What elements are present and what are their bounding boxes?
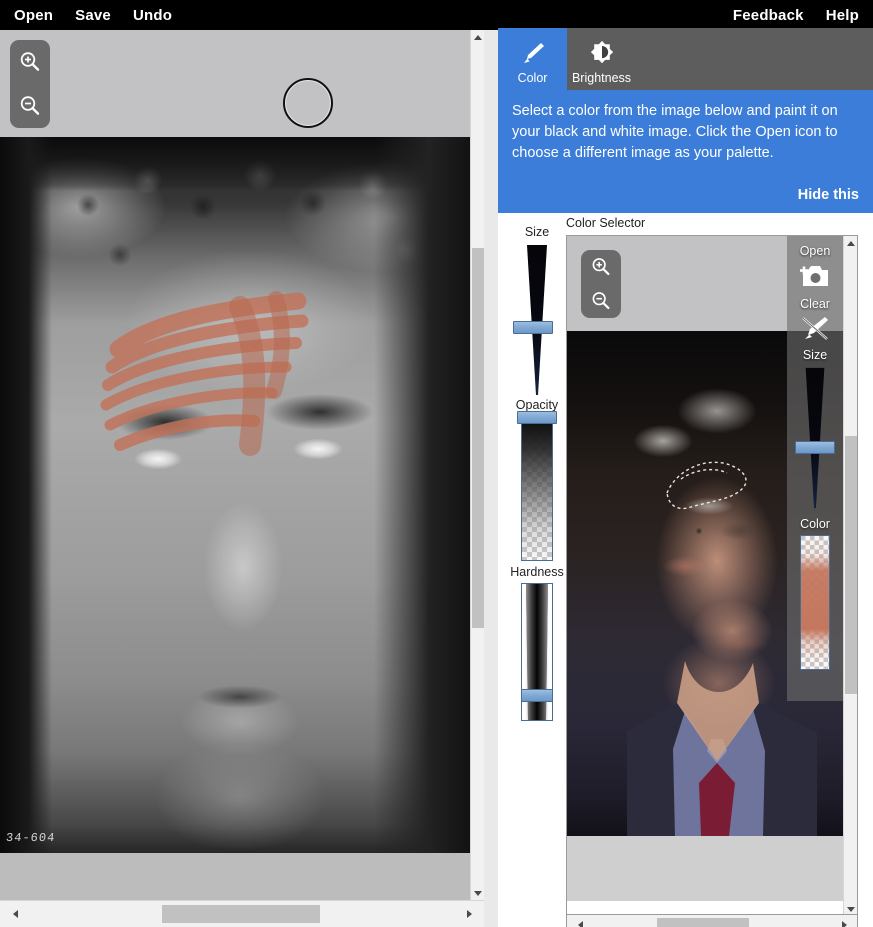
tools-panel: Color Brightness Select a color from the… [498,28,873,927]
tab-color[interactable]: Color [498,28,567,90]
canvas-scroll-right-button[interactable] [458,901,480,927]
triangle-right-icon [466,910,472,918]
overlay-open-button[interactable] [798,261,832,291]
canvas-top-margin [0,30,484,137]
selector-zoom-out-button[interactable] [586,286,616,316]
tab-bar: Color Brightness [498,28,873,90]
opacity-slider-track[interactable] [517,411,557,561]
canvas-vertical-scroll-thumb[interactable] [472,248,484,628]
tools-area: Size Opacity Hardness Color Selector Ope… [498,213,873,927]
size-slider-label: Size [524,225,550,239]
brush-cursor-circle [283,78,333,128]
canvas-panel: 34-604 [0,30,498,927]
hide-banner-link[interactable]: Hide this [798,187,859,203]
canvas-scroll-up-button[interactable] [471,30,484,44]
brush-sliders: Size Opacity Hardness [506,213,568,927]
menu-right-group: Feedback Help [733,0,859,30]
selector-vertical-scroll-thumb[interactable] [845,436,857,694]
canvas-scroll-left-button[interactable] [4,901,26,927]
canvas-scroll-down-button[interactable] [471,886,484,900]
canvas-zoom-out-button[interactable] [15,91,45,121]
overlay-open-label: Open [799,244,831,258]
top-menu-bar: Open Save Undo Feedback Help [0,0,873,30]
hardness-slider-handle[interactable] [522,689,552,702]
canvas-horizontal-scrollbar[interactable] [0,900,484,927]
help-text: Select a color from the image below and … [512,103,838,161]
overlay-size-label: Size [802,348,828,362]
magnifier-plus-icon [20,52,40,71]
canvas-bottom-margin [0,853,484,900]
palette-tool-overlay: Open Clear Size Color [787,236,843,701]
menu-left-group: Open Save Undo [14,0,172,30]
opacity-slider-label: Opacity [515,398,559,412]
photo-backdrop-left [0,137,52,853]
selector-horizontal-scroll-thumb[interactable] [657,918,749,927]
overlay-color-swatch[interactable] [800,535,830,670]
magnifier-plus-icon [592,258,610,276]
menu-save[interactable]: Save [75,7,111,24]
triangle-left-icon [12,910,18,918]
overlay-clear-button[interactable] [799,314,831,342]
triangle-left-icon [577,921,583,927]
magnifier-minus-icon [20,96,40,115]
hardness-slider[interactable]: Hardness [506,565,568,721]
eraser-icon [802,317,828,340]
menu-feedback[interactable]: Feedback [733,7,804,24]
size-slider[interactable]: Size [506,225,568,398]
size-slider-track[interactable] [513,243,555,398]
menu-open[interactable]: Open [14,7,53,24]
paintbrush-icon [519,38,547,68]
menu-help[interactable]: Help [826,7,859,24]
opacity-slider-handle[interactable] [517,411,557,424]
help-banner: Select a color from the image below and … [498,90,873,213]
color-selector-box[interactable]: Open Clear Size Color [566,235,858,915]
color-selector-title: Color Selector [566,216,646,230]
selector-zoom-controls [581,250,621,318]
overlay-size-cone [805,367,825,509]
selector-vertical-scrollbar[interactable] [843,236,857,914]
tab-color-label: Color [517,71,548,85]
triangle-up-icon [847,240,855,246]
selector-scroll-left-button[interactable] [570,915,590,927]
photo-negative-number: 34-604 [5,831,56,845]
size-slider-handle[interactable] [513,321,553,334]
hardness-slider-track[interactable] [521,583,553,721]
canvas-horizontal-scroll-thumb[interactable] [162,905,320,923]
overlay-clear-label: Clear [800,297,830,311]
selector-scroll-down-button[interactable] [844,902,857,914]
brightness-icon [588,38,616,68]
triangle-right-icon [841,921,847,927]
camera-plus-icon [800,266,828,286]
selector-bottom-margin [567,836,844,901]
tab-brightness[interactable]: Brightness [567,28,636,90]
magnifier-minus-icon [592,292,610,310]
overlay-size-handle[interactable] [795,441,835,454]
opacity-slider[interactable]: Opacity [506,398,568,561]
menu-undo[interactable]: Undo [133,7,172,24]
hardness-slider-label: Hardness [510,565,564,579]
photo-container[interactable]: 34-604 [0,137,484,853]
application-window: Open Save Undo Feedback Help 34-604 Colo… [0,0,873,927]
tab-bar-filler [636,28,873,90]
overlay-size-slider[interactable] [795,366,835,511]
selector-scroll-right-button[interactable] [834,915,854,927]
selector-scroll-up-button[interactable] [844,236,857,250]
overlay-color-label: Color [800,517,830,531]
canvas-zoom-in-button[interactable] [15,47,45,77]
triangle-up-icon [474,34,482,40]
photo-backdrop-right [374,137,484,853]
canvas-zoom-controls [10,40,50,128]
selector-horizontal-scrollbar[interactable] [566,915,858,927]
color-selector: Color Selector Open Clear Size Color [566,213,873,927]
image-canvas[interactable]: 34-604 [0,30,484,900]
panel-gutter [484,30,498,927]
canvas-vertical-scrollbar[interactable] [470,30,484,900]
selector-zoom-in-button[interactable] [586,252,616,282]
triangle-down-icon [474,890,482,896]
triangle-down-icon [847,906,855,912]
tab-brightness-label: Brightness [571,71,632,85]
